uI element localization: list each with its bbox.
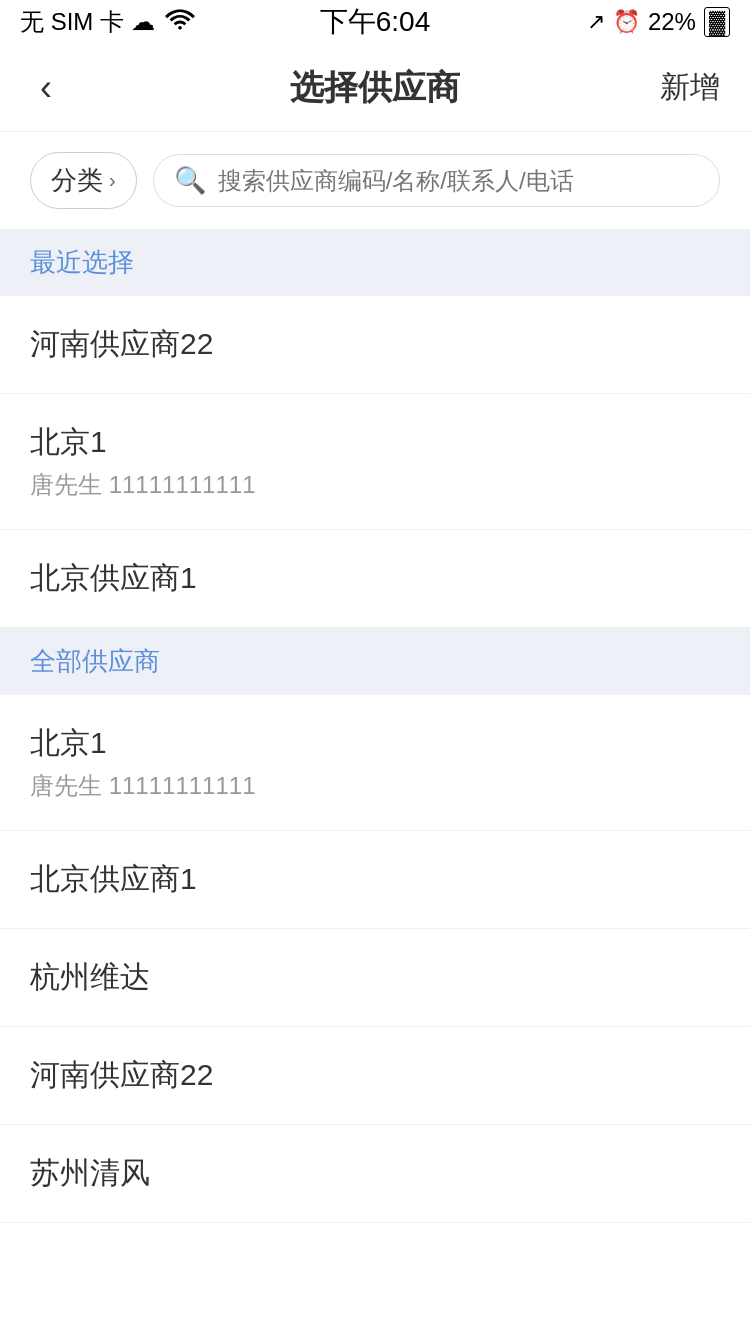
- no-sim-label: 无 SIM 卡 ☁: [20, 6, 155, 38]
- battery-icon: ▓: [704, 7, 730, 37]
- item-name: 河南供应商22: [30, 324, 720, 365]
- item-sub: 唐先生 11111111111: [30, 770, 720, 802]
- all-section-label: 全部供应商: [30, 646, 160, 676]
- wifi-icon: [165, 8, 195, 36]
- all-items-list: 北京1 唐先生 11111111111 北京供应商1 杭州维达河南供应商22 苏州清…: [0, 695, 750, 1223]
- filter-bar: 分类 › 🔍: [0, 132, 750, 229]
- recent-items-list: 河南供应商22 北京1 唐先生 11111111111 北京供应商1: [0, 296, 750, 628]
- nav-bar: ‹ 选择供应商 新增: [0, 44, 750, 132]
- item-name: 北京供应商1: [30, 859, 720, 900]
- status-left: 无 SIM 卡 ☁: [20, 6, 195, 38]
- all-list-item[interactable]: 北京供应商1: [0, 831, 750, 929]
- recent-section-header: 最近选择: [0, 229, 750, 296]
- status-time: 下午6:04: [320, 3, 431, 41]
- search-icon: 🔍: [174, 165, 206, 196]
- all-section-header: 全部供应商: [0, 628, 750, 695]
- all-list-item[interactable]: 北京1 唐先生 11111111111: [0, 695, 750, 831]
- all-list-item[interactable]: 河南供应商22: [0, 1027, 750, 1125]
- item-name: 苏州清风: [30, 1153, 720, 1194]
- all-list-item[interactable]: 杭州维达: [0, 929, 750, 1027]
- category-button[interactable]: 分类 ›: [30, 152, 137, 209]
- recent-list-item[interactable]: 北京供应商1: [0, 530, 750, 628]
- recent-list-item[interactable]: 河南供应商22: [0, 296, 750, 394]
- item-name: 北京1: [30, 723, 720, 764]
- add-button[interactable]: 新增: [660, 67, 720, 108]
- all-list-item[interactable]: 苏州清风: [0, 1125, 750, 1223]
- item-name: 北京1: [30, 422, 720, 463]
- item-name: 北京供应商1: [30, 558, 720, 599]
- category-label: 分类: [51, 163, 103, 198]
- battery-level: 22%: [648, 8, 696, 36]
- status-right: ↗ ⏰ 22% ▓: [587, 7, 730, 37]
- status-bar: 无 SIM 卡 ☁ 下午6:04 ↗ ⏰ 22% ▓: [0, 0, 750, 44]
- search-input[interactable]: [218, 167, 699, 195]
- item-name: 河南供应商22: [30, 1055, 720, 1096]
- recent-section-label: 最近选择: [30, 247, 134, 277]
- item-name: 杭州维达: [30, 957, 720, 998]
- back-button[interactable]: ‹: [30, 57, 62, 119]
- search-box[interactable]: 🔍: [153, 154, 720, 207]
- chevron-right-icon: ›: [109, 169, 116, 192]
- location-icon: ↗: [587, 9, 605, 35]
- recent-list-item[interactable]: 北京1 唐先生 11111111111: [0, 394, 750, 530]
- item-sub: 唐先生 11111111111: [30, 469, 720, 501]
- alarm-icon: ⏰: [613, 9, 640, 35]
- page-title: 选择供应商: [290, 65, 460, 111]
